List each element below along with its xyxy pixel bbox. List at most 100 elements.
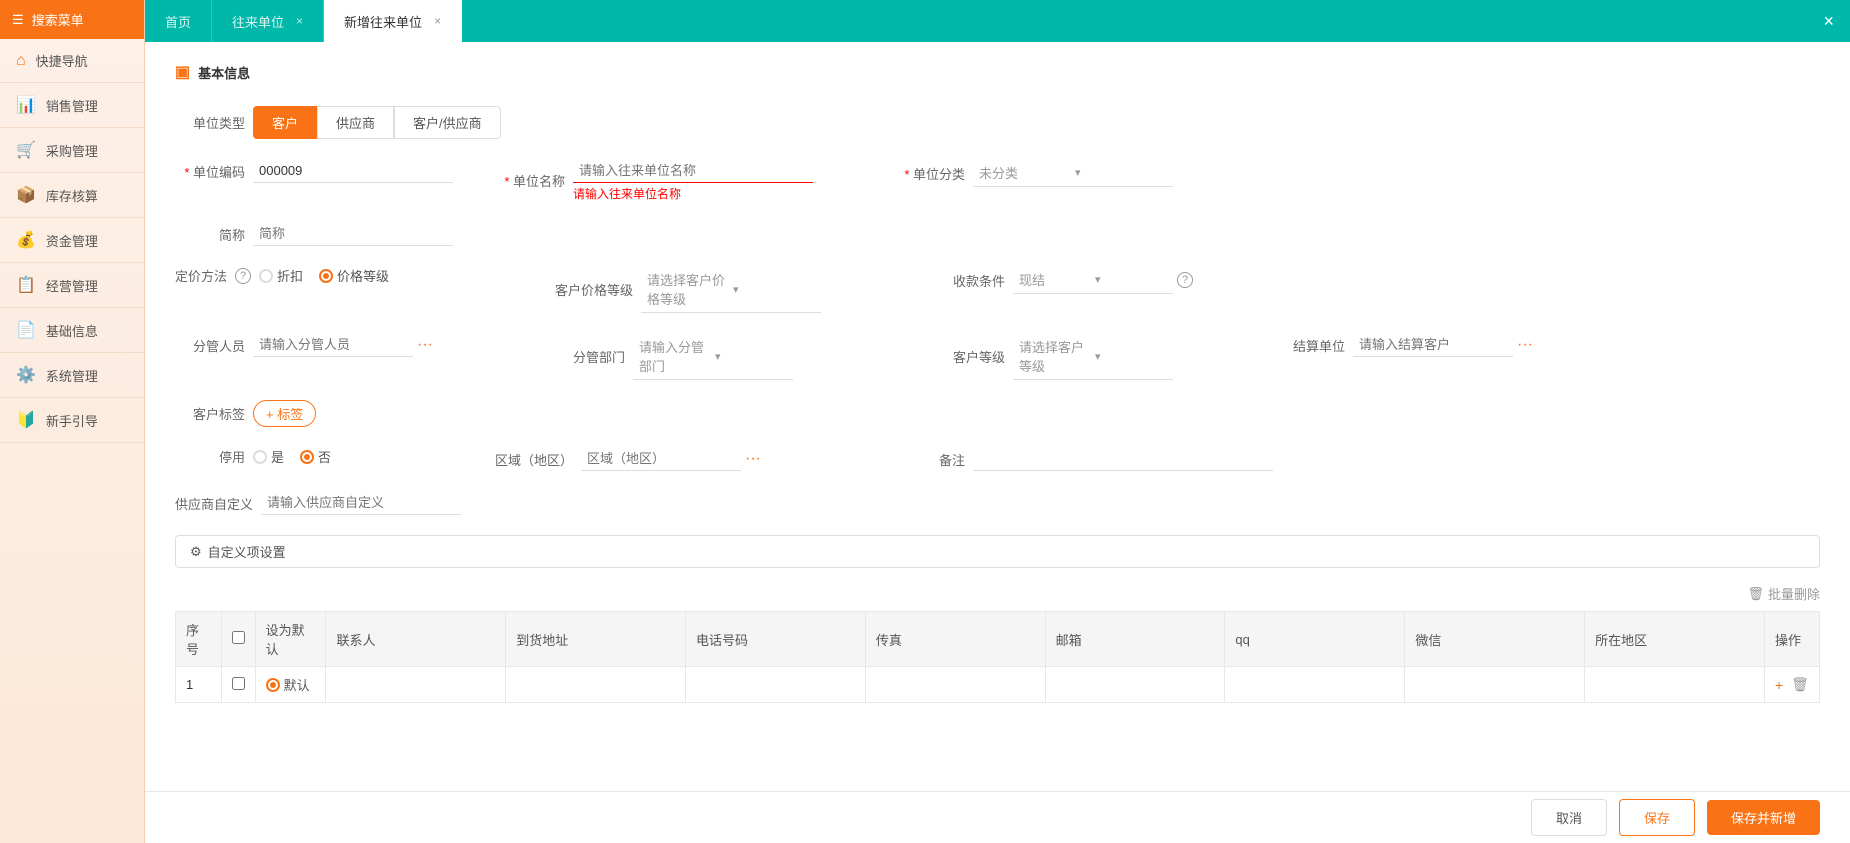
row-wechat[interactable] xyxy=(1405,667,1585,703)
name-label: 单位名称 xyxy=(495,171,565,190)
sidebar-item-inventory[interactable]: 📦 库存核算 xyxy=(0,173,144,218)
phone-input[interactable] xyxy=(696,677,855,692)
tag-field: 客户标签 + 标签 xyxy=(175,400,1820,427)
batch-delete-label[interactable]: 批量删除 xyxy=(1768,584,1820,603)
row-region[interactable] xyxy=(1585,667,1765,703)
department-field: 分管部门 请输入分管部门 ▾ xyxy=(555,333,935,380)
form-area: ▣ 基本信息 单位类型 客户 供应商 客户/供应商 单位编码 单位名称 xyxy=(145,42,1850,791)
main-content: 首页 往来单位 × 新增往来单位 × × ▣ 基本信息 单位类型 客户 供应商 … xyxy=(145,0,1850,843)
row-qq[interactable] xyxy=(1225,667,1405,703)
pricing-help-icon[interactable]: ? xyxy=(235,268,251,284)
search-menu-label: 搜索菜单 xyxy=(32,10,84,29)
sidebar-item-sales[interactable]: 📊 销售管理 xyxy=(0,83,144,128)
manager-input[interactable] xyxy=(253,333,413,357)
category-select[interactable]: 未分类 ▾ xyxy=(973,159,1173,187)
tab-partner-close[interactable]: × xyxy=(296,14,303,28)
select-all-checkbox[interactable] xyxy=(232,631,245,644)
sidebar-item-finance[interactable]: 💰 资金管理 xyxy=(0,218,144,263)
sidebar: ☰ 搜索菜单 ⌂ 快捷导航 📊 销售管理 🛒 采购管理 📦 库存核算 💰 资金管… xyxy=(0,0,145,843)
email-input[interactable] xyxy=(1056,677,1215,692)
row-checkbox-cell xyxy=(221,667,255,703)
row-checkbox[interactable] xyxy=(232,677,245,690)
save-new-button[interactable]: 保存并新增 xyxy=(1707,800,1820,835)
fax-input[interactable] xyxy=(876,677,1035,692)
disabled-label: 停用 xyxy=(175,447,245,466)
tab-home-label: 首页 xyxy=(165,12,191,31)
contact-input[interactable] xyxy=(336,677,495,692)
sidebar-item-operation[interactable]: 📋 经营管理 xyxy=(0,263,144,308)
wechat-input[interactable] xyxy=(1415,677,1574,692)
save-button[interactable]: 保存 xyxy=(1619,799,1695,836)
row-email[interactable] xyxy=(1045,667,1225,703)
footer: 取消 保存 保存并新增 xyxy=(145,791,1850,843)
custom-settings-button[interactable]: ⚙ 自定义项设置 xyxy=(175,535,1820,568)
search-menu-button[interactable]: ☰ 搜索菜单 xyxy=(0,0,144,39)
disabled-no-label: 否 xyxy=(318,447,331,466)
unit-type-customer[interactable]: 客户 xyxy=(253,106,317,139)
department-select[interactable]: 请输入分管部门 ▾ xyxy=(633,333,793,380)
unit-type-supplier[interactable]: 供应商 xyxy=(317,106,394,139)
section-icon: ▣ xyxy=(175,62,190,82)
row-fax[interactable] xyxy=(865,667,1045,703)
pricing-level-option[interactable]: 价格等级 xyxy=(319,266,389,285)
remark-input[interactable] xyxy=(973,447,1273,471)
add-row-button[interactable]: + xyxy=(1775,677,1783,693)
tab-new-partner-label: 新增往来单位 xyxy=(344,12,422,31)
customer-level-select[interactable]: 请选择客户等级 ▾ xyxy=(1013,333,1173,380)
pricing-discount-option[interactable]: 折扣 xyxy=(259,266,303,285)
settlement-more-button[interactable]: ··· xyxy=(1517,336,1533,354)
unit-type-row: 单位类型 客户 供应商 客户/供应商 xyxy=(175,106,1820,139)
add-tag-button[interactable]: + 标签 xyxy=(253,400,316,427)
supplier-custom-row: 供应商自定义 xyxy=(175,491,1820,515)
row-default-radio xyxy=(266,678,280,692)
name-error-tip: 请输入往来单位名称 xyxy=(573,185,813,202)
operation-icon: 📋 xyxy=(16,275,36,295)
sidebar-item-basic[interactable]: 📄 基础信息 xyxy=(0,308,144,353)
disabled-yes-option[interactable]: 是 xyxy=(253,447,284,466)
sidebar-label: 销售管理 xyxy=(46,96,98,115)
disabled-no-option[interactable]: 否 xyxy=(300,447,331,466)
sidebar-item-purchase[interactable]: 🛒 采购管理 xyxy=(0,128,144,173)
col-phone: 电话号码 xyxy=(686,612,866,667)
row-phone[interactable] xyxy=(686,667,866,703)
payment-help-icon[interactable]: ? xyxy=(1177,272,1193,288)
col-region: 所在地区 xyxy=(1585,612,1765,667)
row-actions: + 🗑 xyxy=(1775,676,1809,693)
qq-input[interactable] xyxy=(1235,677,1394,692)
sidebar-item-quick-nav[interactable]: ⌂ 快捷导航 xyxy=(0,39,144,83)
inventory-icon: 📦 xyxy=(16,185,36,205)
row-address[interactable] xyxy=(506,667,686,703)
name-input[interactable] xyxy=(573,159,813,183)
pricing-radio-group: 折扣 价格等级 xyxy=(259,266,389,285)
payment-select[interactable]: 现结 ▾ xyxy=(1013,266,1173,294)
region-input[interactable] xyxy=(581,447,741,471)
region-more-button[interactable]: ··· xyxy=(745,450,761,468)
unit-type-both[interactable]: 客户/供应商 xyxy=(394,106,501,139)
col-email: 邮箱 xyxy=(1045,612,1225,667)
tab-bar-close-button[interactable]: × xyxy=(1823,11,1834,32)
customer-price-label: 客户价格等级 xyxy=(555,280,633,299)
customer-price-select[interactable]: 请选择客户价格等级 ▾ xyxy=(641,266,821,313)
sidebar-item-guide[interactable]: 🔰 新手引导 xyxy=(0,398,144,443)
short-name-input[interactable] xyxy=(253,222,453,246)
section-title: ▣ 基本信息 xyxy=(175,62,1820,82)
supplier-custom-input[interactable] xyxy=(261,491,461,515)
tag-btn-text: + 标签 xyxy=(266,404,303,423)
manager-more-button[interactable]: ··· xyxy=(417,336,433,354)
tab-new-partner[interactable]: 新增往来单位 × xyxy=(324,0,462,42)
disabled-yes-label: 是 xyxy=(271,447,284,466)
settlement-input[interactable] xyxy=(1353,333,1513,357)
address-input[interactable] xyxy=(516,677,675,692)
row-default-radio-item[interactable]: 默认 xyxy=(266,675,316,694)
name-field: 单位名称 请输入往来单位名称 xyxy=(495,159,895,202)
code-input[interactable] xyxy=(253,159,453,183)
tab-home[interactable]: 首页 xyxy=(145,0,212,42)
region-table-input[interactable] xyxy=(1595,677,1754,692)
cancel-button[interactable]: 取消 xyxy=(1531,799,1607,836)
tab-partner[interactable]: 往来单位 × xyxy=(212,0,324,42)
contact-table: 序号 设为默认 联系人 到货地址 电话号码 传真 邮箱 qq 微信 所在地区 操… xyxy=(175,611,1820,703)
delete-row-button[interactable]: 🗑 xyxy=(1791,676,1809,693)
tab-new-partner-close[interactable]: × xyxy=(434,14,441,28)
row-contact[interactable] xyxy=(326,667,506,703)
sidebar-item-system[interactable]: ⚙️ 系统管理 xyxy=(0,353,144,398)
